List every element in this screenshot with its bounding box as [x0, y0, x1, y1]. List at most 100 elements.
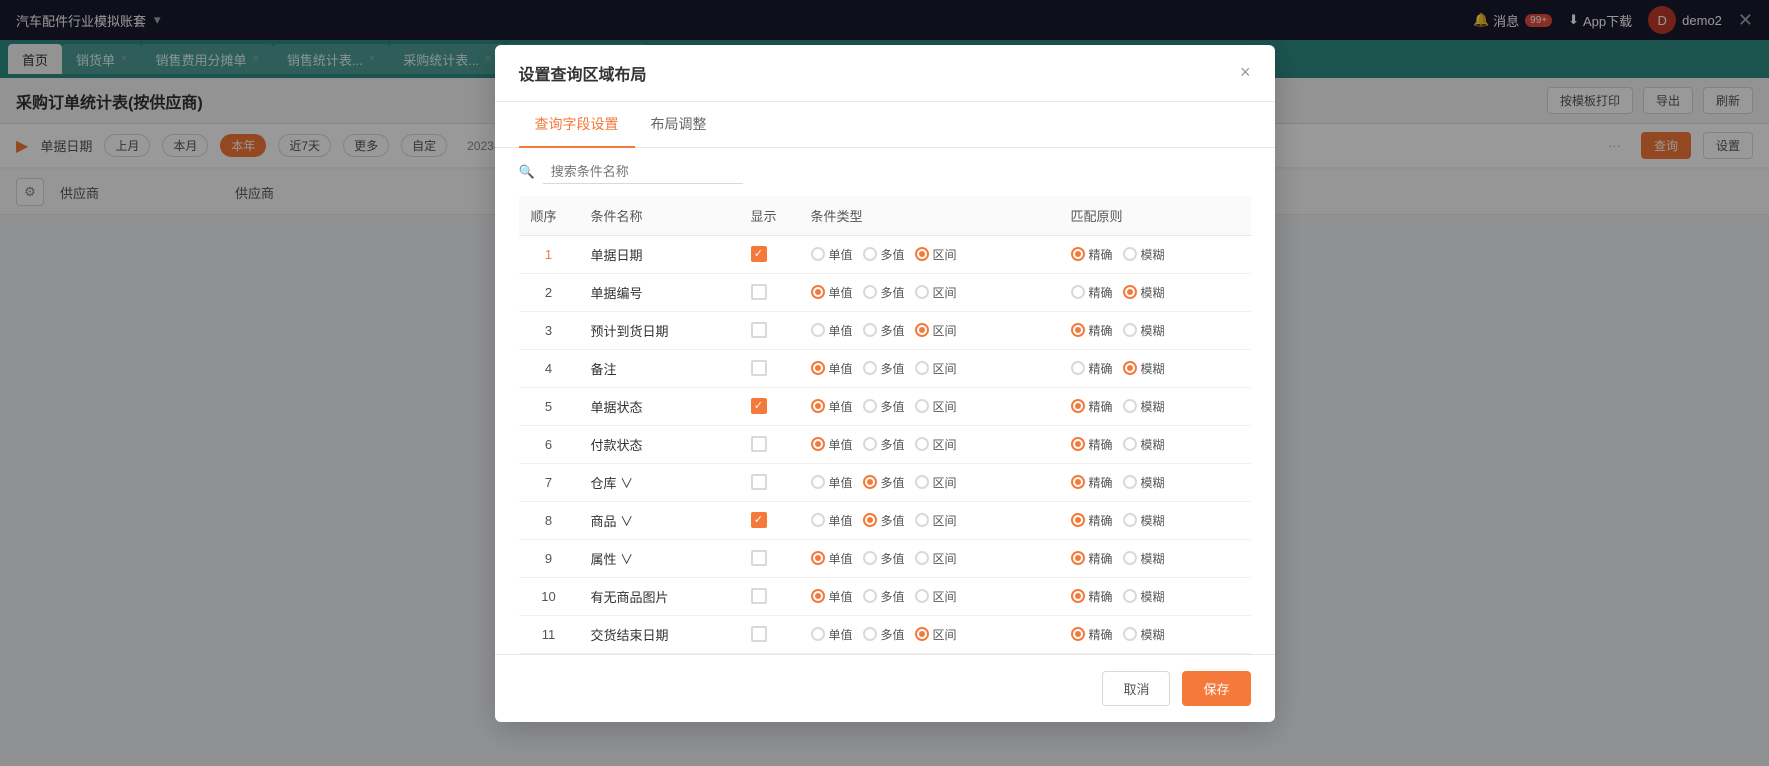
radio-type-单值[interactable]: 单值	[811, 550, 853, 567]
row-condition-name: 单据编号	[579, 273, 739, 311]
row-display-checkbox[interactable]	[739, 539, 799, 577]
radio-type-区间[interactable]: 区间	[915, 588, 957, 605]
modal-close-btn[interactable]: ×	[1240, 62, 1251, 83]
radio-match-模糊[interactable]: 模糊	[1123, 246, 1165, 263]
tab-layout-adjust[interactable]: 布局调整	[635, 102, 723, 148]
row-display-checkbox[interactable]	[739, 463, 799, 501]
radio-type-单值[interactable]: 单值	[811, 322, 853, 339]
row-condition-name: 有无商品图片	[579, 577, 739, 615]
row-display-checkbox[interactable]	[739, 615, 799, 653]
row-condition-type: 单值多值区间	[799, 349, 1059, 387]
row-display-checkbox[interactable]	[739, 273, 799, 311]
row-order: 11	[519, 615, 579, 653]
table-row: 8商品 ∨单值多值区间精确模糊	[519, 501, 1251, 539]
row-order: 5	[519, 387, 579, 425]
row-display-checkbox[interactable]	[739, 235, 799, 273]
radio-type-多值[interactable]: 多值	[863, 284, 905, 301]
radio-match-模糊[interactable]: 模糊	[1123, 398, 1165, 415]
row-order: 9	[519, 539, 579, 577]
save-button[interactable]: 保存	[1182, 671, 1250, 706]
radio-type-区间[interactable]: 区间	[915, 626, 957, 643]
row-order: 4	[519, 349, 579, 387]
radio-match-模糊[interactable]: 模糊	[1123, 322, 1165, 339]
radio-type-多值[interactable]: 多值	[863, 322, 905, 339]
radio-type-区间[interactable]: 区间	[915, 436, 957, 453]
radio-type-多值[interactable]: 多值	[863, 588, 905, 605]
table-row: 9属性 ∨单值多值区间精确模糊	[519, 539, 1251, 577]
radio-match-模糊[interactable]: 模糊	[1123, 512, 1165, 529]
row-condition-type: 单值多值区间	[799, 539, 1059, 577]
row-display-checkbox[interactable]	[739, 387, 799, 425]
row-condition-name: 属性 ∨	[579, 539, 739, 577]
radio-match-精确[interactable]: 精确	[1071, 322, 1113, 339]
row-condition-type: 单值多值区间	[799, 615, 1059, 653]
radio-type-单值[interactable]: 单值	[811, 626, 853, 643]
radio-match-精确[interactable]: 精确	[1071, 550, 1113, 567]
radio-type-区间[interactable]: 区间	[915, 398, 957, 415]
radio-match-模糊[interactable]: 模糊	[1123, 436, 1165, 453]
table-row: 3预计到货日期 单值多值区间 精确模糊	[519, 311, 1251, 349]
radio-match-精确[interactable]: 精确	[1071, 398, 1113, 415]
row-condition-name: 单据状态	[579, 387, 739, 425]
row-match-rule: 精确模糊	[1059, 577, 1251, 615]
row-order: 3	[519, 311, 579, 349]
radio-type-单值[interactable]: 单值	[811, 398, 853, 415]
radio-match-精确[interactable]: 精确	[1071, 246, 1113, 263]
radio-type-单值[interactable]: 单值	[811, 474, 853, 491]
modal-search-input[interactable]	[543, 160, 743, 184]
radio-type-多值[interactable]: 多值	[863, 398, 905, 415]
radio-match-精确[interactable]: 精确	[1071, 284, 1113, 301]
radio-type-多值[interactable]: 多值	[863, 246, 905, 263]
radio-match-模糊[interactable]: 模糊	[1123, 284, 1165, 301]
row-match-rule: 精确模糊	[1059, 425, 1251, 463]
row-display-checkbox[interactable]	[739, 425, 799, 463]
row-display-checkbox[interactable]	[739, 501, 799, 539]
radio-type-多值[interactable]: 多值	[863, 436, 905, 453]
radio-match-精确[interactable]: 精确	[1071, 474, 1113, 491]
table-row: 7仓库 ∨单值多值区间精确模糊	[519, 463, 1251, 501]
radio-type-单值[interactable]: 单值	[811, 436, 853, 453]
radio-match-精确[interactable]: 精确	[1071, 360, 1113, 377]
row-condition-name: 预计到货日期	[579, 311, 739, 349]
radio-type-区间[interactable]: 区间	[915, 512, 957, 529]
row-match-rule: 精确模糊	[1059, 349, 1251, 387]
row-match-rule: 精确模糊	[1059, 235, 1251, 273]
row-condition-type: 单值多值区间	[799, 273, 1059, 311]
radio-type-多值[interactable]: 多值	[863, 360, 905, 377]
radio-type-区间[interactable]: 区间	[915, 474, 957, 491]
radio-type-多值[interactable]: 多值	[863, 512, 905, 529]
row-match-rule: 精确模糊	[1059, 387, 1251, 425]
radio-type-单值[interactable]: 单值	[811, 588, 853, 605]
radio-type-区间[interactable]: 区间	[915, 322, 957, 339]
radio-type-区间[interactable]: 区间	[915, 284, 957, 301]
radio-match-模糊[interactable]: 模糊	[1123, 360, 1165, 377]
tab-query-fields[interactable]: 查询字段设置	[519, 102, 635, 148]
cancel-button[interactable]: 取消	[1102, 671, 1170, 706]
radio-match-精确[interactable]: 精确	[1071, 588, 1113, 605]
radio-type-多值[interactable]: 多值	[863, 474, 905, 491]
radio-match-精确[interactable]: 精确	[1071, 436, 1113, 453]
table-row: 5单据状态 单值多值区间 精确模糊	[519, 387, 1251, 425]
row-condition-name: 商品 ∨	[579, 501, 739, 539]
row-match-rule: 精确模糊	[1059, 463, 1251, 501]
radio-match-模糊[interactable]: 模糊	[1123, 474, 1165, 491]
radio-type-多值[interactable]: 多值	[863, 626, 905, 643]
radio-type-多值[interactable]: 多值	[863, 550, 905, 567]
row-order: 10	[519, 577, 579, 615]
row-order: 1	[519, 235, 579, 273]
row-display-checkbox[interactable]	[739, 349, 799, 387]
radio-type-区间[interactable]: 区间	[915, 360, 957, 377]
radio-type-单值[interactable]: 单值	[811, 360, 853, 377]
radio-type-单值[interactable]: 单值	[811, 246, 853, 263]
radio-match-模糊[interactable]: 模糊	[1123, 550, 1165, 567]
radio-match-模糊[interactable]: 模糊	[1123, 626, 1165, 643]
radio-type-区间[interactable]: 区间	[915, 550, 957, 567]
radio-match-模糊[interactable]: 模糊	[1123, 588, 1165, 605]
radio-type-区间[interactable]: 区间	[915, 246, 957, 263]
row-display-checkbox[interactable]	[739, 311, 799, 349]
row-display-checkbox[interactable]	[739, 577, 799, 615]
radio-type-单值[interactable]: 单值	[811, 284, 853, 301]
radio-type-单值[interactable]: 单值	[811, 512, 853, 529]
radio-match-精确[interactable]: 精确	[1071, 626, 1113, 643]
radio-match-精确[interactable]: 精确	[1071, 512, 1113, 529]
